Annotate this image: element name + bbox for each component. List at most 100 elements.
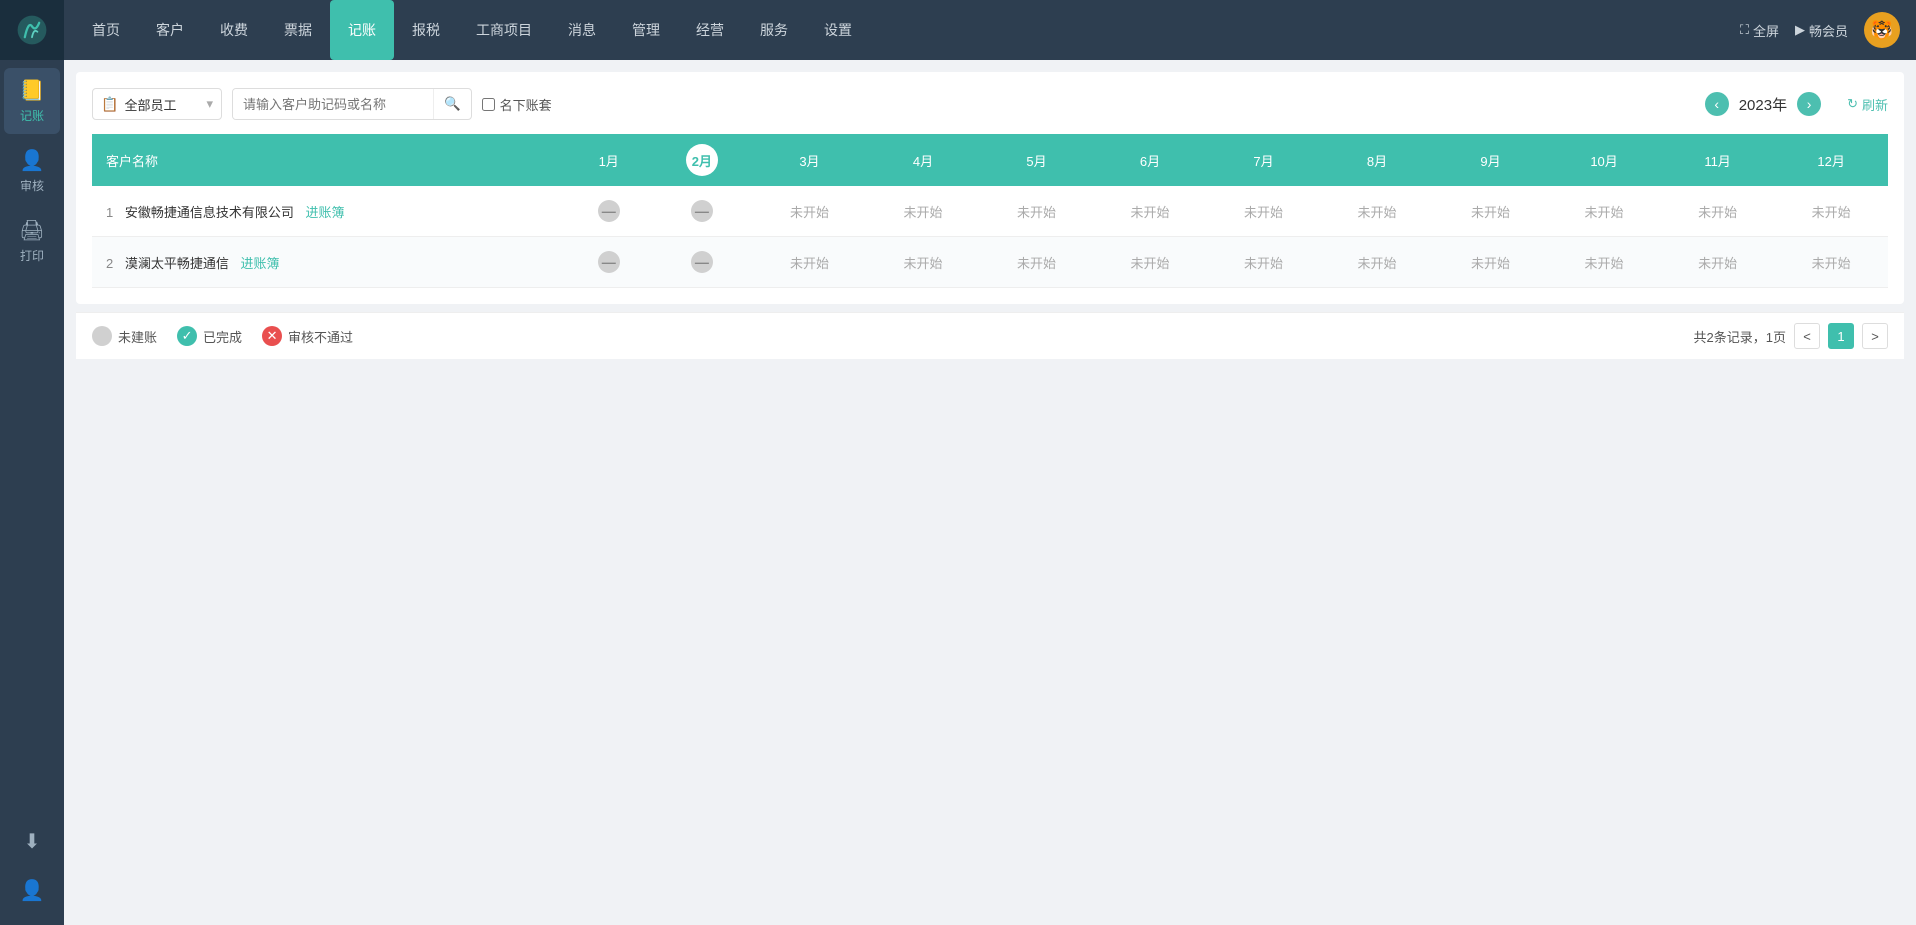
row2-m8: 未开始 bbox=[1320, 237, 1434, 288]
pagination-info: 共2条记录，1页 bbox=[1694, 327, 1786, 346]
row2-m2: — bbox=[651, 237, 753, 288]
page-1-button[interactable]: 1 bbox=[1828, 323, 1854, 349]
row2-m3-status: 未开始 bbox=[790, 256, 829, 271]
row1-m7-status: 未开始 bbox=[1244, 205, 1283, 220]
nav-item-accounting[interactable]: 记账 bbox=[330, 0, 394, 60]
sidebar-item-accounting[interactable]: 📒 记账 bbox=[4, 68, 60, 134]
page-prev-button[interactable]: < bbox=[1794, 323, 1820, 349]
col-header-m2: 2月 bbox=[651, 134, 753, 186]
content-area: 📋 全部员工 ▾ 🔍 名下账套 ‹ 2023年 › bbox=[64, 60, 1916, 925]
row2-m2-status: — bbox=[691, 251, 713, 273]
sidebar-item-print[interactable]: 🖨 打印 bbox=[4, 208, 60, 274]
footer: 未建账 ✓ 已完成 ✕ 审核不通过 共2条记录，1页 < 1 > bbox=[76, 312, 1904, 359]
row1-m3: 未开始 bbox=[753, 186, 867, 237]
col-header-m8: 8月 bbox=[1320, 134, 1434, 186]
nav-item-message[interactable]: 消息 bbox=[550, 0, 614, 60]
row1-m4: 未开始 bbox=[866, 186, 980, 237]
sidebar-item-download[interactable]: ⬇ bbox=[4, 819, 60, 864]
legend-label-done: 已完成 bbox=[203, 327, 242, 346]
search-icon: 🔍 bbox=[444, 96, 461, 112]
row2-enter-link[interactable]: 进账簿 bbox=[241, 256, 280, 271]
row1-m9: 未开始 bbox=[1434, 186, 1548, 237]
fullscreen-label: 全屏 bbox=[1753, 21, 1779, 40]
toolbar: 📋 全部员工 ▾ 🔍 名下账套 ‹ 2023年 › bbox=[92, 88, 1888, 120]
nav-item-tax[interactable]: 报税 bbox=[394, 0, 458, 60]
accounting-icon: 📒 bbox=[20, 78, 45, 103]
refresh-icon: ↻ bbox=[1847, 96, 1858, 112]
nav-item-fee[interactable]: 收费 bbox=[202, 0, 266, 60]
search-button[interactable]: 🔍 bbox=[433, 89, 471, 119]
member-button[interactable]: ▶ 畅会员 bbox=[1795, 21, 1848, 40]
row1-m8-status: 未开始 bbox=[1358, 205, 1397, 220]
year-navigation: ‹ 2023年 › bbox=[1705, 92, 1821, 116]
sidebar-item-audit[interactable]: 👤 审核 bbox=[4, 138, 60, 204]
search-input[interactable] bbox=[233, 89, 433, 119]
refresh-button[interactable]: ↻ 刷新 bbox=[1847, 95, 1888, 114]
row2-m10: 未开始 bbox=[1547, 237, 1661, 288]
row1-m10: 未开始 bbox=[1547, 186, 1661, 237]
employee-select[interactable]: 📋 全部员工 ▾ bbox=[92, 88, 222, 120]
row1-m5: 未开始 bbox=[980, 186, 1094, 237]
chevron-down-icon: ▾ bbox=[206, 96, 213, 112]
row2-m10-status: 未开始 bbox=[1585, 256, 1624, 271]
table-wrapper: 客户名称 1月 2月 3月 4月 5月 6月 7月 8月 9月 10月 bbox=[92, 134, 1888, 288]
row1-m2: — bbox=[651, 186, 753, 237]
row1-m5-status: 未开始 bbox=[1017, 205, 1056, 220]
avatar[interactable]: 🐯 bbox=[1864, 12, 1900, 48]
fullscreen-icon: ⛶ bbox=[1740, 22, 1749, 38]
member-icon: ▶ bbox=[1795, 22, 1805, 38]
mine-checkbox[interactable] bbox=[482, 98, 495, 111]
page-next-button[interactable]: > bbox=[1862, 323, 1888, 349]
row1-m11: 未开始 bbox=[1661, 186, 1775, 237]
nav-menu: 首页 客户 收费 票据 记账 报税 工商项目 消息 管理 经营 服务 设置 bbox=[64, 0, 1740, 60]
col-header-m7: 7月 bbox=[1207, 134, 1321, 186]
row2-client-name: 漠澜太平畅捷通信 bbox=[125, 256, 229, 271]
year-next-button[interactable]: › bbox=[1797, 92, 1821, 116]
main-table: 客户名称 1月 2月 3月 4月 5月 6月 7月 8月 9月 10月 bbox=[92, 134, 1888, 288]
year-prev-button[interactable]: ‹ bbox=[1705, 92, 1729, 116]
nav-item-operation[interactable]: 经营 bbox=[678, 0, 742, 60]
legend-label-not-created: 未建账 bbox=[118, 327, 157, 346]
row1-m11-status: 未开始 bbox=[1698, 205, 1737, 220]
legend-dot-teal: ✓ bbox=[177, 326, 197, 346]
legend-item-gray: 未建账 bbox=[92, 326, 157, 346]
nav-item-business[interactable]: 工商项目 bbox=[458, 0, 550, 60]
row2-m5: 未开始 bbox=[980, 237, 1094, 288]
row1-name-cell: 1 安徽畅捷通信息技术有限公司 进账簿 bbox=[92, 186, 566, 237]
nav-item-client[interactable]: 客户 bbox=[138, 0, 202, 60]
row1-m9-status: 未开始 bbox=[1471, 205, 1510, 220]
row2-m12-status: 未开始 bbox=[1812, 256, 1851, 271]
mine-checkbox-wrap[interactable]: 名下账套 bbox=[482, 95, 552, 114]
member-label: 畅会员 bbox=[1809, 21, 1848, 40]
row2-m5-status: 未开始 bbox=[1017, 256, 1056, 271]
year-text: 2023年 bbox=[1739, 94, 1787, 115]
content-card: 📋 全部员工 ▾ 🔍 名下账套 ‹ 2023年 › bbox=[76, 72, 1904, 304]
row2-m12: 未开始 bbox=[1774, 237, 1888, 288]
sidebar-item-print-label: 打印 bbox=[20, 247, 44, 264]
mine-label: 名下账套 bbox=[500, 95, 552, 114]
nav-item-invoice[interactable]: 票据 bbox=[266, 0, 330, 60]
row2-m1: — bbox=[566, 237, 651, 288]
col-header-m6: 6月 bbox=[1093, 134, 1207, 186]
row1-m8: 未开始 bbox=[1320, 186, 1434, 237]
row2-m7: 未开始 bbox=[1207, 237, 1321, 288]
row2-m4-status: 未开始 bbox=[903, 256, 942, 271]
row1-num: 1 bbox=[106, 205, 113, 220]
legend-dot-red: ✕ bbox=[262, 326, 282, 346]
logo-icon bbox=[14, 12, 50, 48]
fullscreen-button[interactable]: ⛶ 全屏 bbox=[1740, 21, 1779, 40]
top-navigation: 首页 客户 收费 票据 记账 报税 工商项目 消息 管理 经营 服务 设置 ⛶ … bbox=[0, 0, 1916, 60]
row2-m11-status: 未开始 bbox=[1698, 256, 1737, 271]
table-body: 1 安徽畅捷通信息技术有限公司 进账簿 — — 未开始 未开始 未开始 未开始 … bbox=[92, 186, 1888, 288]
nav-item-manage[interactable]: 管理 bbox=[614, 0, 678, 60]
sidebar-item-user[interactable]: 👤 bbox=[4, 868, 60, 913]
nav-item-settings[interactable]: 设置 bbox=[806, 0, 870, 60]
nav-item-service[interactable]: 服务 bbox=[742, 0, 806, 60]
row1-enter-link[interactable]: 进账簿 bbox=[306, 205, 345, 220]
nav-item-home[interactable]: 首页 bbox=[74, 0, 138, 60]
row2-m6-status: 未开始 bbox=[1130, 256, 1169, 271]
row1-m3-status: 未开始 bbox=[790, 205, 829, 220]
nav-right-area: ⛶ 全屏 ▶ 畅会员 🐯 bbox=[1740, 12, 1916, 48]
row2-m6: 未开始 bbox=[1093, 237, 1207, 288]
table-header: 客户名称 1月 2月 3月 4月 5月 6月 7月 8月 9月 10月 bbox=[92, 134, 1888, 186]
